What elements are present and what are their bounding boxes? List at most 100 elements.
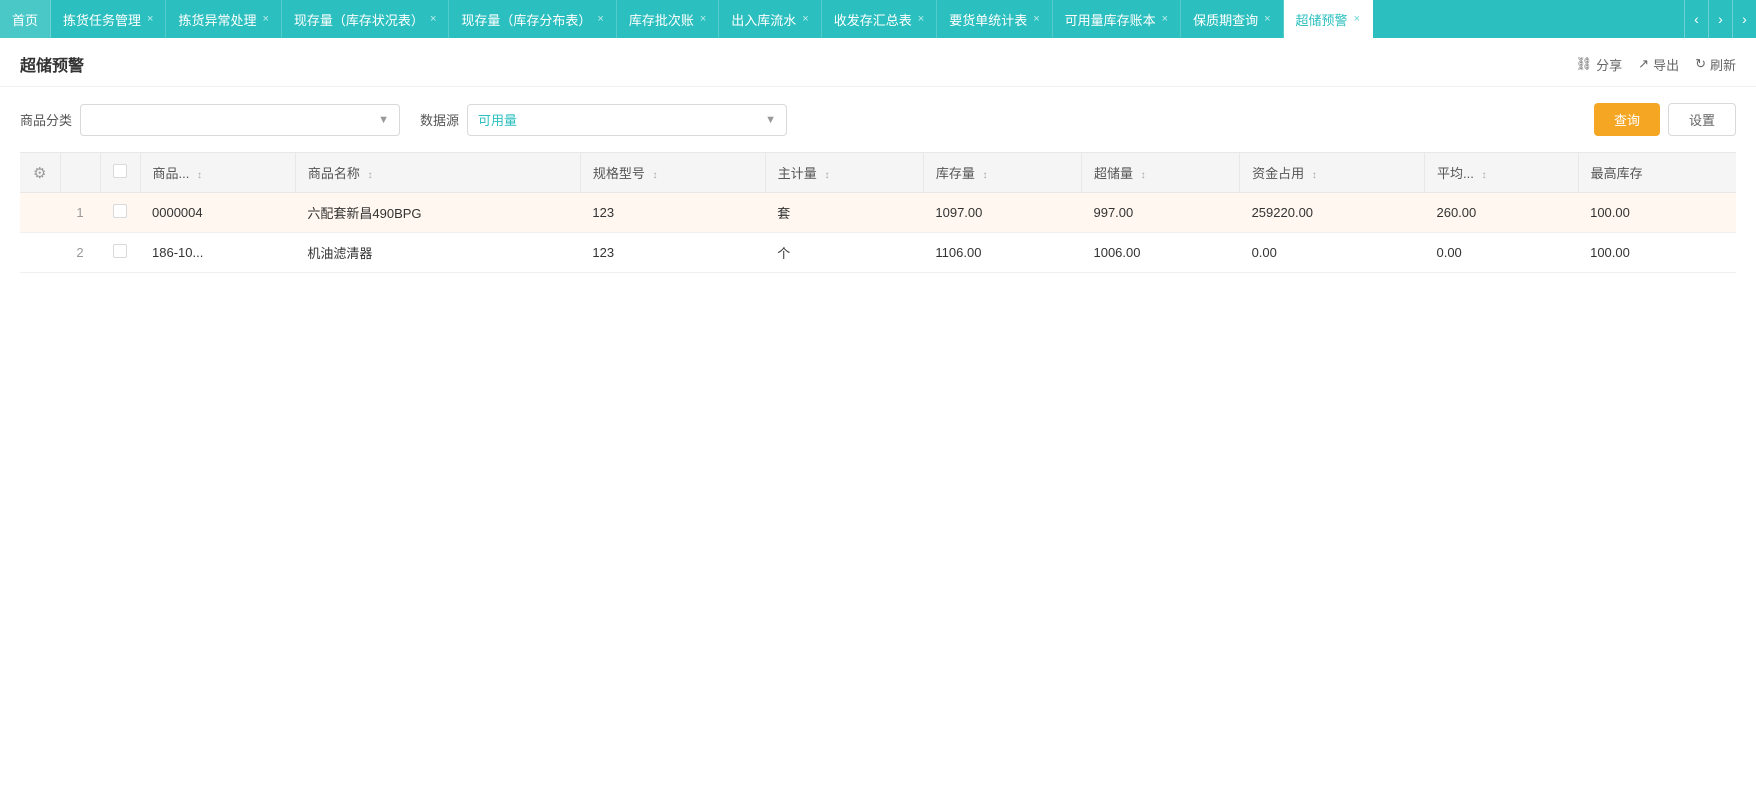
table-row: 2 186-10... 机油滤清器 123 个 1106.00 1006.00 … — [20, 233, 1736, 273]
chevron-down-icon: ▼ — [378, 114, 389, 126]
export-icon: ↗ — [1638, 56, 1649, 72]
close-icon[interactable]: × — [1033, 13, 1039, 25]
filter-bar: 商品分类 ▼ 数据源 可用量 ▼ 查询 设置 — [0, 87, 1756, 152]
close-icon[interactable]: × — [147, 13, 153, 25]
nav-stock-dist[interactable]: 现存量（库存分布表） × — [449, 0, 616, 38]
overstock-table: ⚙ 商品... ↕ 商品名称 ↕ 规格型号 ↕ 主计量 ↕ 库存量 ↕ 超储量 … — [20, 152, 1736, 273]
row-avg: 0.00 — [1424, 233, 1578, 273]
row-avg: 260.00 — [1424, 193, 1578, 233]
row-unit: 套 — [765, 193, 923, 233]
col-header-max-stock: 最高库存 — [1578, 153, 1736, 193]
nav-pick-exception[interactable]: 拣货异常处理 × — [166, 0, 281, 38]
col-header-checkbox — [100, 153, 140, 193]
sort-icon[interactable]: ↕ — [1141, 170, 1146, 181]
close-icon[interactable]: × — [430, 13, 436, 25]
row-capital: 259220.00 — [1240, 193, 1425, 233]
row-index: 2 — [60, 233, 100, 273]
page-content: 超储预警 ⛓ 分享 ↗ 导出 ↻ 刷新 商品分类 ▼ 数据源 — [0, 38, 1756, 800]
row-overstock: 997.00 — [1081, 193, 1239, 233]
sort-icon[interactable]: ↕ — [1312, 170, 1317, 181]
nav-inout-flow[interactable]: 出入库流水 × — [719, 0, 821, 38]
page-header: 超储预警 ⛓ 分享 ↗ 导出 ↻ 刷新 — [0, 38, 1756, 87]
col-header-unit: 主计量 ↕ — [765, 153, 923, 193]
refresh-icon: ↻ — [1695, 56, 1706, 72]
row-unit: 个 — [765, 233, 923, 273]
row-max-stock: 100.00 — [1578, 233, 1736, 273]
sort-icon[interactable]: ↕ — [368, 170, 373, 181]
product-category-label: 商品分类 — [20, 110, 72, 129]
row-checkbox — [100, 193, 140, 233]
row-stock: 1106.00 — [923, 233, 1081, 273]
settings-button[interactable]: 设置 — [1668, 103, 1736, 136]
nav-expand-button[interactable]: › — [1732, 0, 1756, 38]
export-button[interactable]: ↗ 导出 — [1638, 55, 1679, 74]
product-category-select[interactable]: ▼ — [80, 104, 400, 136]
sort-icon[interactable]: ↕ — [983, 170, 988, 181]
row-product-code: 186-10... — [140, 233, 295, 273]
close-icon[interactable]: × — [1162, 13, 1168, 25]
row-product-code: 0000004 — [140, 193, 295, 233]
nav-arrow-group: ‹ › › — [1684, 0, 1756, 38]
nav-stock-batch[interactable]: 库存批次账 × — [617, 0, 719, 38]
close-icon[interactable]: × — [802, 13, 808, 25]
row-overstock: 1006.00 — [1081, 233, 1239, 273]
row-spec: 123 — [580, 193, 765, 233]
table-header-row: ⚙ 商品... ↕ 商品名称 ↕ 规格型号 ↕ 主计量 ↕ 库存量 ↕ 超储量 … — [20, 153, 1736, 193]
close-icon[interactable]: × — [1264, 13, 1270, 25]
nav-order-stats[interactable]: 要货单统计表 × — [937, 0, 1052, 38]
row-product-name: 机油滤清器 — [295, 233, 580, 273]
close-icon[interactable]: × — [597, 13, 603, 25]
col-header-index — [60, 153, 100, 193]
row-capital: 0.00 — [1240, 233, 1425, 273]
col-header-spec: 规格型号 ↕ — [580, 153, 765, 193]
sort-icon[interactable]: ↕ — [824, 170, 829, 181]
nav-quality-expire[interactable]: 保质期查询 × — [1181, 0, 1283, 38]
sort-icon[interactable]: ↕ — [653, 170, 658, 181]
query-button[interactable]: 查询 — [1594, 103, 1660, 136]
data-source-value: 可用量 — [478, 110, 517, 129]
nav-prev-button[interactable]: ‹ — [1684, 0, 1708, 38]
nav-overstock-warning[interactable]: 超储预警 × — [1284, 0, 1373, 38]
product-category-filter: 商品分类 ▼ — [20, 104, 400, 136]
nav-available-stock[interactable]: 可用量库存账本 × — [1053, 0, 1181, 38]
col-header-product-name: 商品名称 ↕ — [295, 153, 580, 193]
nav-next-button[interactable]: › — [1708, 0, 1732, 38]
select-all-checkbox[interactable] — [113, 164, 127, 178]
nav-stock-status[interactable]: 现存量（库存状况表） × — [282, 0, 449, 38]
nav-home[interactable]: 首页 — [0, 0, 51, 38]
close-icon[interactable]: × — [700, 13, 706, 25]
nav-pick-task[interactable]: 拣货任务管理 × — [51, 0, 166, 38]
share-button[interactable]: ⛓ 分享 — [1576, 55, 1623, 74]
row-stock: 1097.00 — [923, 193, 1081, 233]
share-icon: ⛓ — [1576, 56, 1593, 72]
chevron-down-icon: ▼ — [765, 114, 776, 126]
data-source-label: 数据源 — [420, 110, 459, 129]
nav-recv-summary[interactable]: 收发存汇总表 × — [822, 0, 937, 38]
row-checkbox — [100, 233, 140, 273]
header-actions: ⛓ 分享 ↗ 导出 ↻ 刷新 — [1576, 55, 1736, 74]
data-source-filter: 数据源 可用量 ▼ — [420, 104, 787, 136]
gear-icon[interactable]: ⚙ — [33, 165, 46, 182]
col-header-gear: ⚙ — [20, 153, 60, 193]
top-navigation: 首页 拣货任务管理 × 拣货异常处理 × 现存量（库存状况表） × 现存量（库存… — [0, 0, 1756, 38]
row-index: 1 — [60, 193, 100, 233]
sort-icon[interactable]: ↕ — [1481, 170, 1486, 181]
row-gear — [20, 233, 60, 273]
refresh-button[interactable]: ↻ 刷新 — [1695, 55, 1736, 74]
close-icon[interactable]: × — [1354, 13, 1360, 25]
close-icon[interactable]: × — [262, 13, 268, 25]
col-header-capital: 资金占用 ↕ — [1240, 153, 1425, 193]
page-title: 超储预警 — [20, 52, 84, 76]
row-spec: 123 — [580, 233, 765, 273]
sort-icon[interactable]: ↕ — [197, 170, 202, 181]
col-header-avg: 平均... ↕ — [1424, 153, 1578, 193]
row-max-stock: 100.00 — [1578, 193, 1736, 233]
close-icon[interactable]: × — [918, 13, 924, 25]
col-header-stock: 库存量 ↕ — [923, 153, 1081, 193]
row-select-checkbox[interactable] — [113, 204, 127, 218]
data-table-container: ⚙ 商品... ↕ 商品名称 ↕ 规格型号 ↕ 主计量 ↕ 库存量 ↕ 超储量 … — [0, 152, 1756, 273]
col-header-overstock: 超储量 ↕ — [1081, 153, 1239, 193]
row-product-name: 六配套新昌490BPG — [295, 193, 580, 233]
data-source-select[interactable]: 可用量 ▼ — [467, 104, 787, 136]
row-select-checkbox[interactable] — [113, 244, 127, 258]
